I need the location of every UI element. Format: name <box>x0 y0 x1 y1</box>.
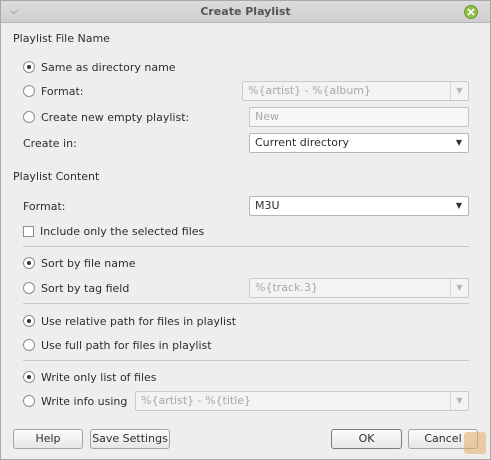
file-format-value: %{artist} - %{album} <box>248 84 372 97</box>
same-as-directory-radio[interactable] <box>23 61 35 73</box>
info-format-value: %{artist} - %{title} <box>141 394 252 407</box>
write-only-list-option[interactable]: Write only list of files <box>23 369 157 385</box>
content-format-label: Format: <box>23 199 66 213</box>
content-format-combo[interactable]: M3U ▼ <box>249 196 469 216</box>
info-format-combo[interactable]: %{artist} - %{title} ▼ <box>135 391 469 411</box>
create-in-label: Create in: <box>23 136 77 150</box>
write-info-using-radio[interactable] <box>23 395 35 407</box>
content-format-row: Format: <box>23 198 65 214</box>
file-format-radio[interactable] <box>23 85 35 97</box>
chevron-down-icon: ▼ <box>455 201 463 210</box>
create-in-row: Create in: <box>23 135 77 151</box>
chevron-down-icon: ▼ <box>455 138 463 147</box>
relative-path-radio[interactable] <box>23 315 35 327</box>
create-in-value: Current directory <box>255 136 350 149</box>
divider <box>23 246 469 247</box>
file-format-label: Format: <box>41 84 84 98</box>
sort-by-tag-field-option[interactable]: Sort by tag field <box>23 280 129 296</box>
playlist-content-heading: Playlist Content <box>13 170 100 183</box>
same-as-directory-label: Same as directory name <box>41 60 176 74</box>
file-format-combo[interactable]: %{artist} - %{album} ▼ <box>242 81 469 101</box>
sort-by-file-name-label: Sort by file name <box>41 256 136 270</box>
relative-path-label: Use relative path for files in playlist <box>41 314 237 328</box>
window-title: Create Playlist <box>200 5 291 18</box>
chevron-down-icon: ▼ <box>450 392 468 410</box>
full-path-radio[interactable] <box>23 339 35 351</box>
chevron-down-icon: ▼ <box>450 279 468 297</box>
divider <box>23 360 469 361</box>
create-new-empty-radio[interactable] <box>23 111 35 123</box>
content-format-value: M3U <box>255 199 280 212</box>
same-as-directory-option[interactable]: Same as directory name <box>23 59 176 75</box>
write-only-list-label: Write only list of files <box>41 370 157 384</box>
create-new-empty-label: Create new empty playlist: <box>41 110 190 124</box>
include-selected-checkbox[interactable] <box>23 225 34 237</box>
watermark-logo <box>464 432 486 454</box>
write-only-list-radio[interactable] <box>23 371 35 383</box>
full-path-label: Use full path for files in playlist <box>41 338 212 352</box>
save-settings-button[interactable]: Save Settings <box>90 429 170 449</box>
relative-path-option[interactable]: Use relative path for files in playlist <box>23 313 236 329</box>
divider <box>23 303 469 304</box>
write-info-using-label: Write info using <box>41 394 128 408</box>
full-path-option[interactable]: Use full path for files in playlist <box>23 337 212 353</box>
help-button[interactable]: Help <box>13 429 83 449</box>
playlist-file-name-heading: Playlist File Name <box>13 32 110 45</box>
file-format-option[interactable]: Format: <box>23 83 83 99</box>
chevron-down-icon: ▼ <box>450 82 468 100</box>
include-selected-option[interactable]: Include only the selected files <box>23 223 204 239</box>
close-icon[interactable] <box>464 5 478 19</box>
create-in-combo[interactable]: Current directory ▼ <box>249 133 469 153</box>
create-new-empty-option[interactable]: Create new empty playlist: <box>23 109 189 125</box>
title-bar: ⌵ Create Playlist <box>1 1 490 23</box>
write-info-using-option[interactable]: Write info using <box>23 393 127 409</box>
new-playlist-name-input[interactable]: New <box>249 107 469 127</box>
sort-by-tag-field-label: Sort by tag field <box>41 281 130 295</box>
tag-field-combo[interactable]: %{track.3} ▼ <box>249 278 469 298</box>
create-playlist-dialog: ⌵ Create Playlist Playlist File Name Sam… <box>0 0 491 460</box>
ok-button[interactable]: OK <box>331 429 402 449</box>
sort-by-tag-field-radio[interactable] <box>23 282 35 294</box>
sort-by-file-name-radio[interactable] <box>23 257 35 269</box>
include-selected-label: Include only the selected files <box>40 224 205 238</box>
sort-by-file-name-option[interactable]: Sort by file name <box>23 255 135 271</box>
tag-field-value: %{track.3} <box>255 281 318 294</box>
